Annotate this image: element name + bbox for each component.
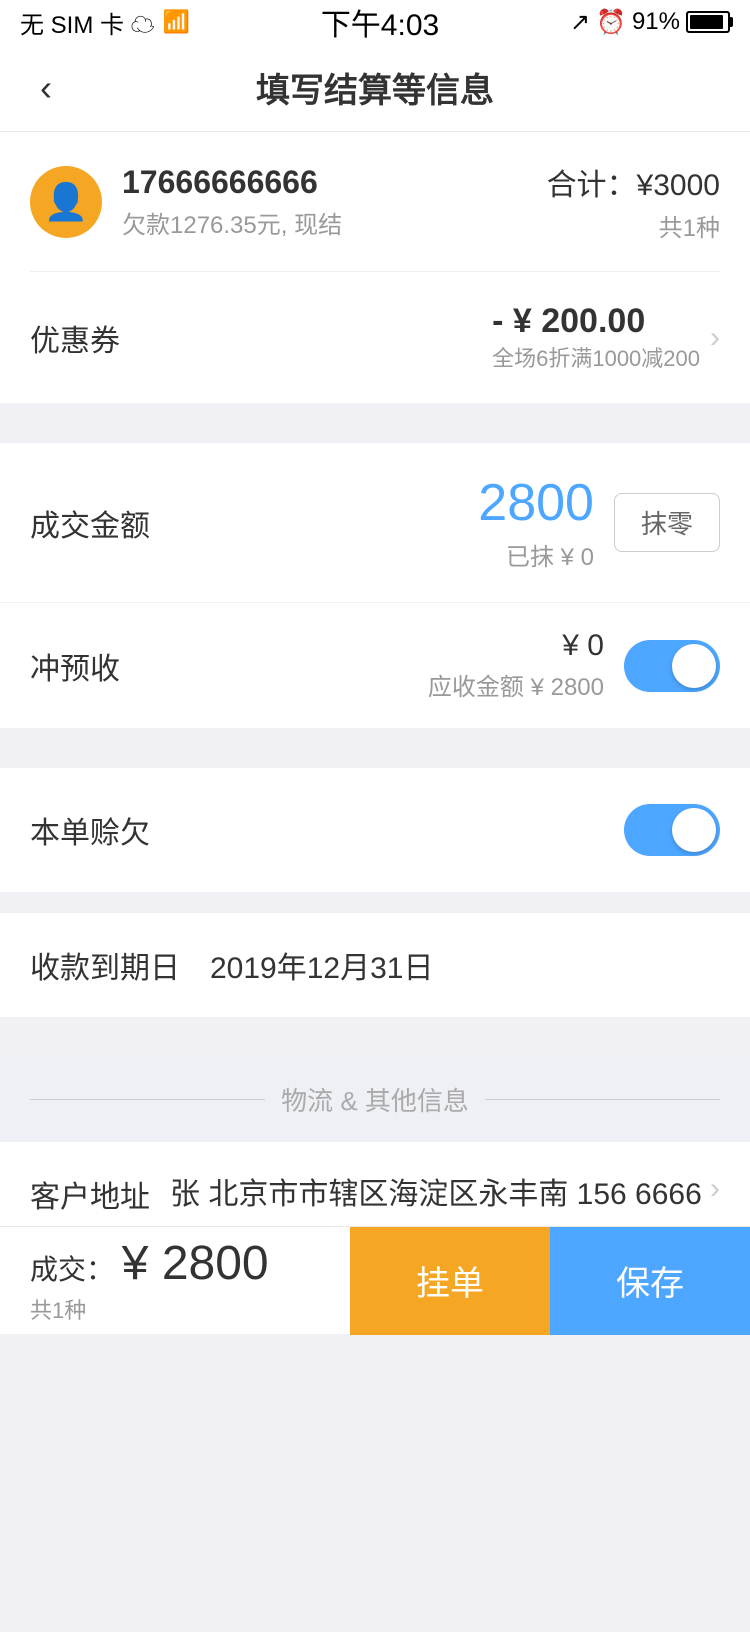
customer-right: 合计：¥3000 共1种 xyxy=(547,160,720,243)
due-date-row: 收款到期日 2019年12月31日 xyxy=(0,913,750,1017)
logistics-label: 物流 & 其他信息 xyxy=(281,1081,469,1118)
save-button[interactable]: 保存 xyxy=(550,1227,750,1335)
prepaid-right: ¥ 0 应收金额 ¥ 2800 xyxy=(428,629,604,702)
line-right xyxy=(485,1099,720,1100)
avatar-icon: 👤 xyxy=(44,181,89,223)
prepaid-sub: 应收金额 ¥ 2800 xyxy=(428,667,604,702)
bottom-total-amount: ¥ 2800 xyxy=(122,1237,269,1290)
section-gap-2 xyxy=(0,748,750,768)
deal-row: 成交金额 2800 已抹 ¥ 0 抹零 xyxy=(0,443,750,603)
toggle-circle xyxy=(672,644,716,688)
bottom-total-label: 成交： xyxy=(30,1254,114,1285)
address-chevron-icon: › xyxy=(710,1172,720,1206)
total-amount: 合计：¥3000 xyxy=(547,160,720,204)
chevron-right-icon: › xyxy=(710,321,720,355)
coupon-desc: 全场6折满1000减200 xyxy=(492,341,700,373)
content-area: 👤 17666666666 欠款1276.35元, 现结 合计：¥3000 共1… xyxy=(0,132,750,1632)
credit-toggle-circle xyxy=(672,808,716,852)
coupon-amount: - ¥ 200.00 xyxy=(492,302,700,341)
round-button[interactable]: 抹零 xyxy=(614,493,720,552)
logistics-section: 物流 & 其他信息 xyxy=(0,1057,750,1142)
page-title: 填写结算等信息 xyxy=(256,63,494,112)
customer-card: 👤 17666666666 欠款1276.35元, 现结 合计：¥3000 共1… xyxy=(0,132,750,403)
bottom-bar: 成交： ¥ 2800 共1种 挂单 保存 xyxy=(0,1226,750,1334)
prepaid-label: 冲预收 xyxy=(30,644,120,688)
back-button[interactable]: ‹ xyxy=(30,57,62,119)
bottom-summary-line1: 成交： ¥ 2800 xyxy=(30,1236,320,1291)
deal-label: 成交金额 xyxy=(30,501,150,545)
avatar: 👤 xyxy=(30,166,102,238)
coupon-row[interactable]: 优惠券 - ¥ 200.00 全场6折满1000减200 › xyxy=(0,272,750,403)
header: ‹ 填写结算等信息 xyxy=(0,44,750,132)
status-left: 无 SIM 卡 ☁ 📶 xyxy=(20,5,190,40)
due-date-value: 2019年12月31日 xyxy=(210,943,433,987)
customer-row: 👤 17666666666 欠款1276.35元, 现结 合计：¥3000 共1… xyxy=(0,132,750,271)
section-gap-3 xyxy=(0,1037,750,1057)
pending-button[interactable]: 挂单 xyxy=(350,1227,550,1335)
deal-right: 2800 已抹 ¥ 0 抹零 xyxy=(478,473,720,572)
deal-value: 2800 xyxy=(478,473,594,533)
total-count: 共1种 xyxy=(547,208,720,243)
credit-row: 本单赊欠 xyxy=(0,768,750,892)
customer-left: 👤 17666666666 欠款1276.35元, 现结 xyxy=(30,164,342,240)
section-gap-1 xyxy=(0,423,750,443)
customer-info: 17666666666 欠款1276.35元, 现结 xyxy=(122,164,342,240)
wifi-icon: 📶 xyxy=(163,9,190,35)
line-left xyxy=(30,1099,265,1100)
coupon-right: - ¥ 200.00 全场6折满1000减200 › xyxy=(492,302,720,373)
battery-percent: 91% xyxy=(632,8,680,36)
prepaid-toggle[interactable] xyxy=(624,640,720,692)
address-label: 客户地址 xyxy=(30,1172,150,1216)
due-date-card: 收款到期日 2019年12月31日 xyxy=(0,913,750,1017)
deal-card: 成交金额 2800 已抹 ¥ 0 抹零 冲预收 ¥ 0 应收金额 ¥ 2800 xyxy=(0,443,750,728)
status-bar: 无 SIM 卡 ☁ 📶 下午4:03 ↗ ⏰ 91% xyxy=(0,0,750,44)
prepaid-amount: ¥ 0 xyxy=(562,629,604,663)
due-date-label: 收款到期日 xyxy=(30,943,180,987)
gray-area xyxy=(0,1312,750,1512)
sim-label: 无 SIM 卡 ☁ xyxy=(20,5,155,40)
battery-icon xyxy=(686,11,730,33)
location-icon: ↗ xyxy=(570,8,590,37)
alarm-icon: ⏰ xyxy=(596,8,626,37)
customer-subtext: 欠款1276.35元, 现结 xyxy=(122,205,342,240)
bottom-summary: 成交： ¥ 2800 共1种 xyxy=(0,1236,350,1325)
bottom-count: 共1种 xyxy=(30,1293,320,1325)
deal-sub: 已抹 ¥ 0 xyxy=(478,537,594,572)
coupon-label: 优惠券 xyxy=(30,316,120,360)
customer-phone: 17666666666 xyxy=(122,164,342,201)
credit-toggle[interactable] xyxy=(624,804,720,856)
status-right: ↗ ⏰ 91% xyxy=(570,8,730,37)
credit-card: 本单赊欠 xyxy=(0,768,750,892)
credit-label: 本单赊欠 xyxy=(30,808,150,852)
status-time: 下午4:03 xyxy=(321,0,439,44)
prepaid-row: 冲预收 ¥ 0 应收金额 ¥ 2800 xyxy=(0,603,750,728)
